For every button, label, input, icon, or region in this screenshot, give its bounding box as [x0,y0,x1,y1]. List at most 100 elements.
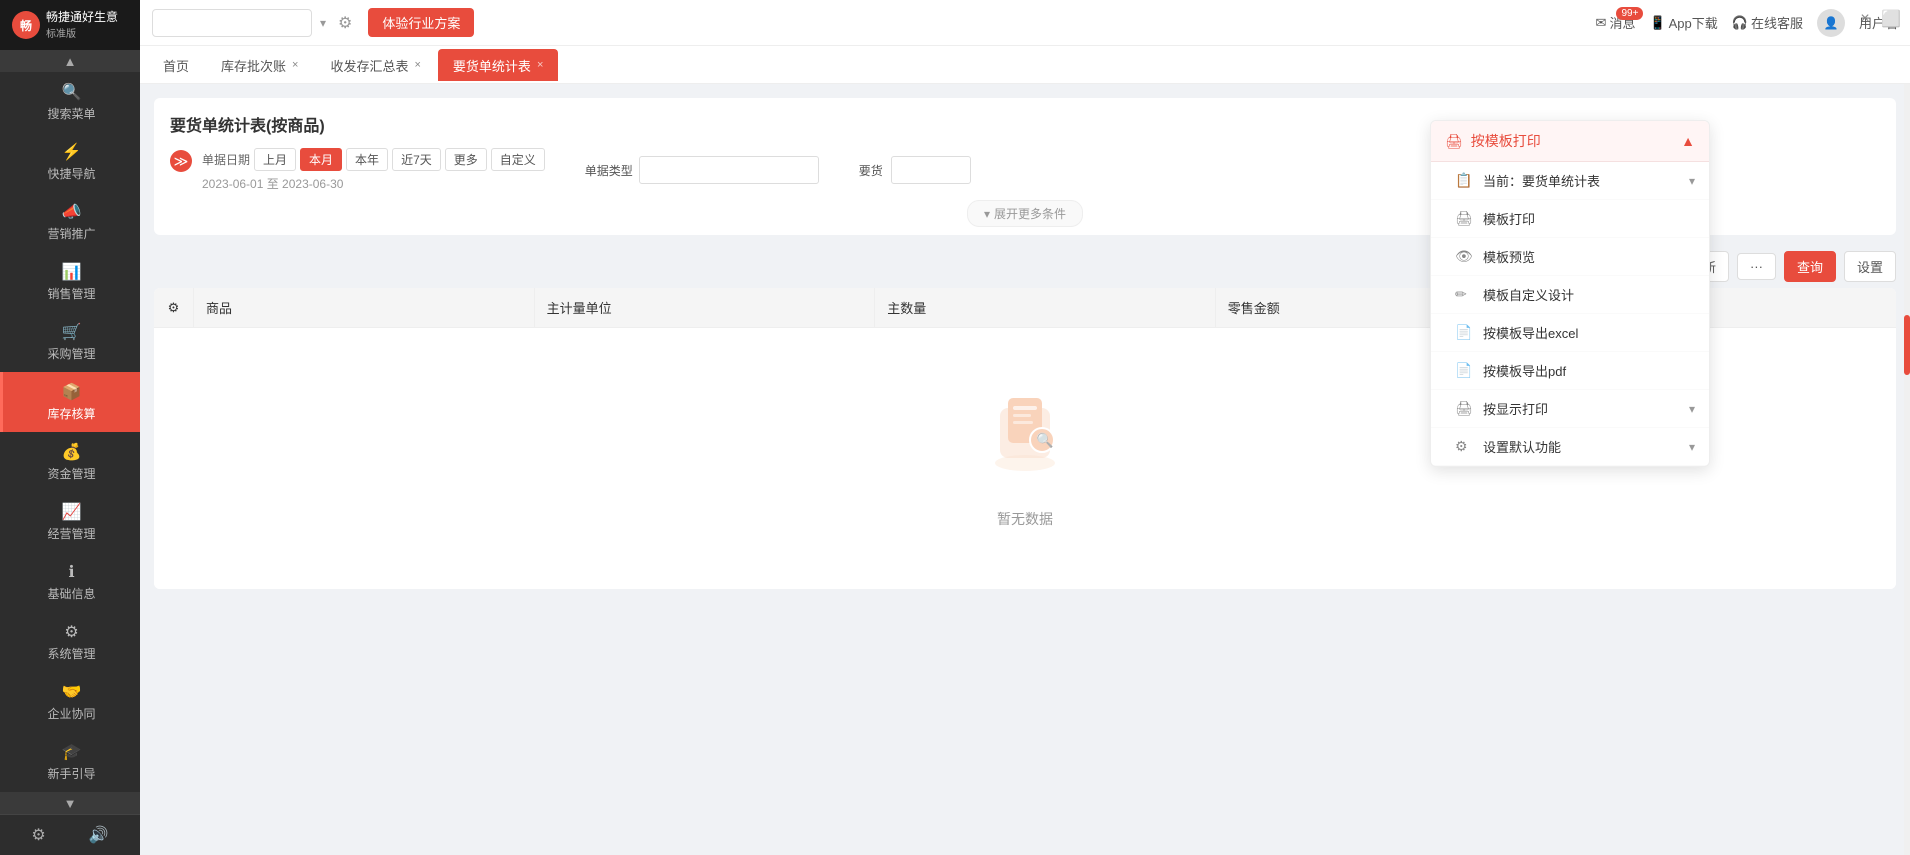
audio-icon[interactable]: 🔊 [89,825,109,845]
date-btn-custom[interactable]: 自定义 [491,148,545,171]
expand-more-label: 展开更多条件 [994,205,1066,222]
window-controls: × ⬜ [1846,0,1910,38]
more-label: ··· [1750,259,1763,274]
tab-home[interactable]: 首页 [148,49,204,81]
date-btn-this-month[interactable]: 本月 [300,148,342,171]
dropdown-template-export-excel[interactable]: 📄 按模板导出excel [1431,314,1709,352]
sidebar-scroll-down[interactable]: ▼ [0,792,140,814]
tab-requisition-stats-close[interactable]: × [537,59,543,71]
sidebar-item-label: 新手引导 [47,765,95,782]
dropdown-template-export-excel-label: 按模板导出excel [1483,323,1578,342]
dropdown-template-export-pdf[interactable]: 📄 按模板导出pdf [1431,352,1709,390]
window-maximize-btn[interactable]: ⬜ [1880,8,1902,30]
date-btn-more[interactable]: 更多 [445,148,487,171]
th-gear[interactable]: ⚙ [154,288,194,327]
topbar-gear-icon[interactable]: ⚙ [338,13,352,33]
tab-receipt-summary[interactable]: 收发存汇总表 × [315,49,435,81]
sidebar-item-label: 基础信息 [47,585,95,602]
sidebar-item-label: 营销推广 [47,225,95,242]
message-btn[interactable]: ✉ 消息 99+ [1596,13,1636,32]
online-service-btn[interactable]: 🎧 在线客服 [1732,13,1803,32]
search-input[interactable] [152,9,312,37]
dropdown-header-left: 🖨 按模板打印 [1445,131,1541,151]
avatar-icon: 👤 [1824,16,1839,30]
sidebar-item-basics[interactable]: ℹ 基础信息 [0,552,140,612]
display-print-icon: 🖨 [1455,400,1473,417]
order-type-select[interactable] [639,156,819,184]
dropdown-template-print-label: 模板打印 [1483,209,1535,228]
dropdown-current-template[interactable]: 📋 当前：要货单统计表 ▾ [1431,162,1709,200]
settings-btn[interactable]: 设置 [1844,251,1896,282]
sidebar-item-inventory[interactable]: 📦 库存核算 [0,372,140,432]
dropdown-template-print[interactable]: 🖨 模板打印 [1431,200,1709,238]
basics-icon: ℹ [68,562,74,582]
settings-bottom-icon[interactable]: ⚙ [31,825,45,845]
sidebar-item-label: 企业协同 [47,705,95,722]
sidebar-item-search[interactable]: 🔍 搜索菜单 [0,72,140,132]
order-type-label: 单据类型 [585,162,633,179]
filter-expand-btn[interactable]: ≫ [170,150,192,172]
empty-illustration: 🔍 [980,388,1070,497]
tab-inventory-batch-close[interactable]: × [292,59,298,71]
dropdown-template-preview[interactable]: 👁 模板预览 [1431,238,1709,276]
sidebar-item-system[interactable]: ⚙ 系统管理 [0,612,140,672]
sales-icon: 📊 [62,262,82,282]
default-func-icon: ⚙ [1455,438,1473,455]
date-btn-last-month[interactable]: 上月 [254,148,296,171]
date-btn-this-year[interactable]: 本年 [346,148,388,171]
sidebar-item-purchase[interactable]: 🛒 采购管理 [0,312,140,372]
sidebar-item-operations[interactable]: 📈 经营管理 [0,492,140,552]
sidebar-scroll-up[interactable]: ▲ [0,50,140,72]
dropdown-default-func[interactable]: ⚙ 设置默认功能 ▾ [1431,428,1709,466]
search-chevron-icon[interactable]: ▾ [320,16,326,30]
tab-requisition-stats[interactable]: 要货单统计表 × [438,49,558,81]
app-edition: 标准版 [46,25,118,40]
dropdown-template-custom-label: 模板自定义设计 [1483,285,1574,304]
tab-receipt-summary-label: 收发存汇总表 [330,56,408,75]
date-range-display: 2023-06-01 至 2023-06-30 [202,175,545,192]
dropdown-template-custom[interactable]: ✏ 模板自定义设计 [1431,276,1709,314]
page-content: 要货单统计表(按商品) ≫ 单据日期 上月 本月 本年 近7天 更多 自定义 2… [140,84,1910,855]
date-filter-label: 单据日期 [202,151,250,168]
scrollbar-thumb[interactable] [1904,315,1910,375]
app-download-btn[interactable]: 📱 App下载 [1649,13,1717,32]
svg-text:🔍: 🔍 [1036,431,1053,449]
sidebar-bottom: ⚙ 🔊 [0,814,140,855]
dropdown-printer-icon: 🖨 [1445,133,1463,150]
sidebar-item-label: 快捷导航 [47,165,95,182]
window-close-btn[interactable]: × [1854,8,1876,30]
user-avatar[interactable]: 👤 [1817,9,1845,37]
search-menu-icon: 🔍 [62,82,82,102]
sidebar-item-marketing[interactable]: 📣 营销推广 [0,192,140,252]
query-btn[interactable]: 查询 [1784,251,1836,282]
dropdown-template-export-pdf-label: 按模板导出pdf [1483,361,1566,380]
sidebar-item-cooperation[interactable]: 🤝 企业协同 [0,672,140,732]
more-btn[interactable]: ··· [1737,253,1776,280]
tab-receipt-summary-close[interactable]: × [414,59,420,71]
marketing-icon: 📣 [62,202,82,222]
dropdown-current-left: 📋 当前：要货单统计表 [1455,171,1600,190]
trial-btn[interactable]: 体验行业方案 [368,8,474,37]
requisition-type-label: 要货 [859,162,883,179]
sidebar-item-sales[interactable]: 📊 销售管理 [0,252,140,312]
requisition-type-select[interactable] [891,156,971,184]
date-btn-7days[interactable]: 近7天 [392,148,441,171]
sidebar-item-label: 搜索菜单 [47,105,95,122]
dropdown-display-print[interactable]: 🖨 按显示打印 ▾ [1431,390,1709,428]
sidebar-item-finance[interactable]: 💰 资金管理 [0,432,140,492]
app-logo-icon: 畅 [12,11,40,39]
tab-inventory-batch[interactable]: 库存批次账 × [206,49,313,81]
empty-text: 暂无数据 [997,509,1053,529]
template-print-icon: 🖨 [1455,210,1473,227]
dropdown-menu: 🖨 按模板打印 ▲ 📋 当前：要货单统计表 ▾ 🖨 模板打印 👁 模板预览 [1430,120,1710,467]
scrollbar-track [1904,84,1910,855]
template-custom-icon: ✏ [1455,286,1473,303]
sidebar-item-guide[interactable]: 🎓 新手引导 [0,732,140,792]
expand-more-btn[interactable]: ▾ 展开更多条件 [967,200,1083,227]
inventory-icon: 📦 [62,382,82,402]
sidebar-item-quick-nav[interactable]: ⚡ 快捷导航 [0,132,140,192]
dropdown-header: 🖨 按模板打印 ▲ [1431,121,1709,162]
current-template-chevron: ▾ [1689,174,1695,188]
dropdown-collapse-icon[interactable]: ▲ [1681,133,1695,149]
guide-icon: 🎓 [62,742,82,762]
